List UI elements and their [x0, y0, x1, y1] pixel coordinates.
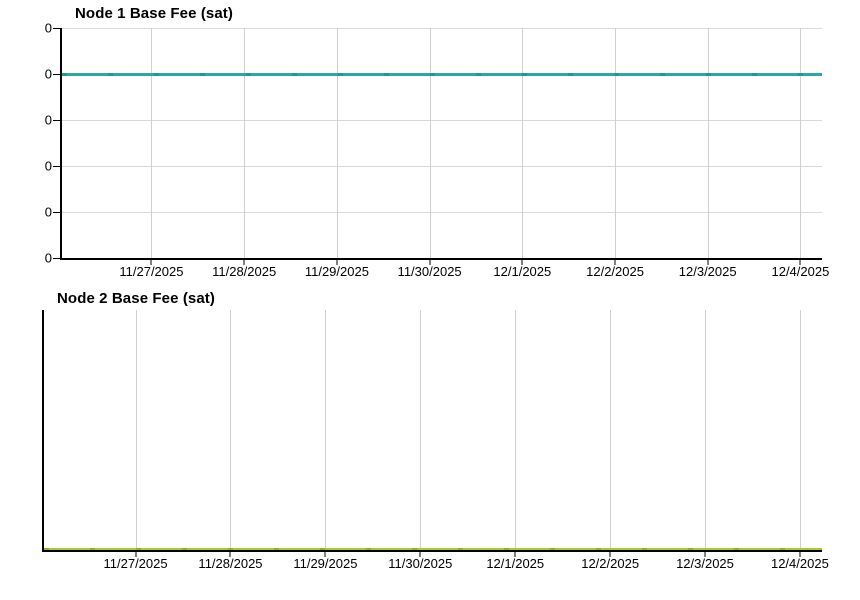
x-axis-label: 12/3/2025 — [676, 556, 734, 571]
x-axis-label: 12/1/2025 — [486, 556, 545, 571]
v-gridline — [515, 310, 517, 550]
x-axis-tick — [704, 552, 706, 557]
h-gridline — [62, 212, 822, 213]
x-axis-tick — [429, 260, 431, 265]
v-gridline — [420, 310, 422, 550]
y-axis-tick — [53, 212, 60, 213]
v-gridline — [615, 28, 617, 258]
x-axis-label: 11/28/2025 — [198, 556, 263, 571]
h-gridline — [62, 74, 822, 75]
chart-node2-base-fee: Node 2 Base Fee (sat) 11/27/2025 11/28/20… — [0, 0, 860, 600]
x-axis-label: 12/2/2025 — [586, 264, 644, 279]
y-axis-label: 0 — [44, 204, 52, 220]
x-axis-label: 12/4/2025 — [770, 556, 829, 571]
chart-title: Node 2 Base Fee (sat) — [57, 290, 215, 307]
y-axis-tick — [53, 74, 60, 75]
x-axis-tick — [614, 260, 616, 265]
x-axis-label: 11/29/2025 — [293, 556, 358, 571]
x-axis-tick — [324, 552, 326, 557]
y-axis-label: 0 — [44, 158, 52, 174]
charts-panel: Node 1 Base Fee (sat) 0 0 0 0 0 0 11/27/2025 11… — [0, 0, 860, 600]
v-gridline — [244, 28, 246, 258]
x-axis-label: 12/1/2025 — [493, 264, 552, 279]
data-line — [44, 548, 822, 550]
v-gridline — [704, 310, 706, 550]
data-line — [62, 72, 822, 76]
v-gridline — [336, 28, 338, 258]
x-axis-label: 12/4/2025 — [771, 264, 830, 279]
v-gridline — [800, 28, 802, 258]
plot-area: 11/27/2025 11/28/2025 11/29/2025 11/30/2025… — [42, 310, 829, 571]
v-gridline — [230, 310, 232, 550]
y-axis-label: 0 — [44, 20, 52, 36]
x-axis-tick — [514, 552, 516, 557]
x-axis-tick — [336, 260, 338, 265]
x-axis-tick — [229, 552, 231, 557]
v-gridline — [799, 310, 801, 550]
plot-area: 0 0 0 0 0 0 11/27/2025 11/28/2025 11/29/2025 11/3… — [45, 22, 830, 279]
y-axis-label: 0 — [44, 112, 52, 128]
v-gridline — [151, 28, 153, 258]
v-gridline — [707, 28, 709, 258]
x-axis-tick — [521, 260, 523, 265]
chart-title: Node 1 Base Fee (sat) — [75, 5, 233, 22]
y-axis-tick — [53, 166, 60, 167]
x-axis-label: 12/3/2025 — [678, 264, 737, 279]
x-axis-label: 11/29/2025 — [304, 264, 369, 279]
y-axis-label: 0 — [44, 250, 52, 266]
x-axis-tick — [609, 552, 611, 557]
x-axis-tick — [243, 260, 245, 265]
y-axis-label: 0 — [44, 66, 52, 82]
h-gridline — [62, 120, 822, 121]
h-gridline — [62, 28, 822, 29]
x-axis-label: 11/27/2025 — [119, 264, 184, 279]
x-axis-label: 11/30/2025 — [397, 264, 462, 279]
x-axis-tick — [707, 260, 709, 265]
x-axis-label: 11/30/2025 — [388, 556, 453, 571]
y-axis-tick — [53, 258, 60, 259]
chart-node1-base-fee: Node 1 Base Fee (sat) 0 0 0 0 0 0 11/27/2025 11… — [0, 0, 860, 600]
y-axis-tick — [53, 120, 60, 121]
x-axis-tick — [150, 260, 152, 265]
x-axis-tick — [135, 552, 137, 557]
x-axis-tick — [799, 260, 801, 265]
v-gridline — [522, 28, 524, 258]
x-axis-tick — [419, 552, 421, 557]
x-axis-label: 11/28/2025 — [212, 264, 277, 279]
x-axis-label: 11/27/2025 — [103, 556, 168, 571]
v-gridline — [610, 310, 612, 550]
x-axis-label: 12/2/2025 — [581, 556, 640, 571]
h-gridline — [62, 166, 822, 167]
v-gridline — [135, 310, 137, 550]
v-gridline — [325, 310, 327, 550]
y-axis-tick — [53, 28, 60, 29]
x-axis-tick — [799, 552, 801, 557]
v-gridline — [429, 28, 431, 258]
